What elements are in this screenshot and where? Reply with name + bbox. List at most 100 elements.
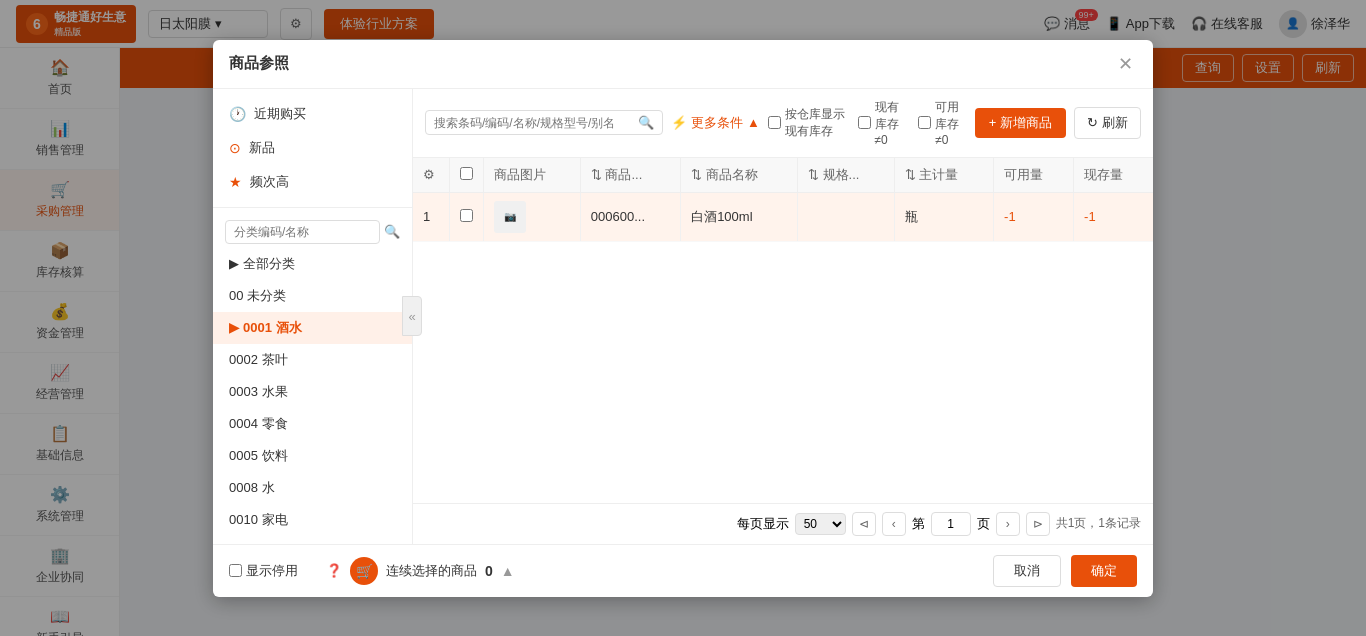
- category-00-label: 00 未分类: [229, 287, 286, 305]
- prev-page-button[interactable]: ‹: [882, 512, 906, 536]
- total-info: 共1页，1条记录: [1056, 515, 1141, 532]
- modal-body: 🕐 近期购买 ⊙ 新品 ★ 频次高 🔍: [213, 89, 1153, 544]
- row-code: 000600...: [580, 192, 680, 241]
- divider: [213, 207, 412, 208]
- recent-purchases-item[interactable]: 🕐 近期购买: [213, 97, 412, 131]
- category-search-icon[interactable]: 🔍: [384, 224, 400, 239]
- th-image-label: 商品图片: [494, 167, 546, 182]
- category-0002[interactable]: 0002 茶叶: [213, 344, 412, 376]
- new-icon: ⊙: [229, 140, 241, 156]
- category-00[interactable]: 00 未分类: [213, 280, 412, 312]
- recent-purchases-label: 近期购买: [254, 105, 306, 123]
- clock-icon: 🕐: [229, 106, 246, 122]
- th-unit-sort-icon: ⇅: [905, 167, 916, 182]
- search-input-wrap: 🔍: [425, 110, 663, 135]
- category-0004[interactable]: 0004 零食: [213, 408, 412, 440]
- per-page-select[interactable]: 50 100: [795, 513, 846, 535]
- category-0004-label: 0004 零食: [229, 415, 288, 433]
- collapse-cart-icon[interactable]: ▲: [501, 563, 515, 579]
- modal-right-panel: 🔍 ⚡ 更多条件 ▲ 按仓库显示现有库存 现: [413, 89, 1153, 544]
- row-num: 1: [413, 192, 449, 241]
- th-stock: 现存量: [1074, 158, 1153, 193]
- first-page-button[interactable]: ⊲: [852, 512, 876, 536]
- frequent-label: 频次高: [250, 173, 289, 191]
- category-0005-label: 0005 饮料: [229, 447, 288, 465]
- th-spec-label: 规格...: [823, 167, 860, 182]
- page-input[interactable]: [931, 512, 971, 536]
- filter-button[interactable]: ⚡ 更多条件 ▲: [671, 114, 760, 132]
- modal-close-button[interactable]: ✕: [1113, 52, 1137, 76]
- show-disabled-checkbox[interactable]: [229, 564, 242, 577]
- category-0005[interactable]: 0005 饮料: [213, 440, 412, 472]
- checkbox-warehouse-input[interactable]: [768, 116, 781, 129]
- cancel-button[interactable]: 取消: [993, 555, 1061, 587]
- table-row[interactable]: 1 📷 000600... 白酒100ml 瓶: [413, 192, 1153, 241]
- th-spec[interactable]: ⇅ 规格...: [797, 158, 894, 193]
- modal-overlay: 商品参照 ✕ 🕐 近期购买 ⊙ 新品 ★ 频次高: [0, 0, 1366, 636]
- category-0001[interactable]: ▶ 0001 酒水: [213, 312, 412, 344]
- category-0010[interactable]: 0010 家电: [213, 504, 412, 536]
- select-all-checkbox[interactable]: [460, 167, 473, 180]
- search-input[interactable]: [434, 116, 634, 130]
- th-available-label: 可用量: [1004, 167, 1043, 182]
- category-0001-label: 0001 酒水: [243, 319, 302, 337]
- th-available: 可用量: [994, 158, 1074, 193]
- th-settings[interactable]: ⚙: [413, 158, 449, 193]
- checkbox-available-nonzero-input[interactable]: [918, 116, 931, 129]
- footer-right: 取消 确定: [993, 555, 1137, 587]
- product-table: ⚙ 商品图片 ⇅ 商品...: [413, 158, 1153, 242]
- table-settings-icon: ⚙: [423, 167, 435, 182]
- new-products-item[interactable]: ⊙ 新品: [213, 131, 412, 165]
- table-header-row: ⚙ 商品图片 ⇅ 商品...: [413, 158, 1153, 193]
- show-disabled-label[interactable]: 显示停用: [229, 562, 298, 580]
- product-reference-modal: 商品参照 ✕ 🕐 近期购买 ⊙ 新品 ★ 频次高: [213, 40, 1153, 597]
- category-all[interactable]: ▶ 全部分类: [213, 248, 412, 280]
- collapse-left-button[interactable]: «: [402, 296, 422, 336]
- row-name: 白酒100ml: [681, 192, 798, 241]
- row-checkbox[interactable]: [460, 209, 473, 222]
- category-0008[interactable]: 0008 水: [213, 472, 412, 504]
- footer-left: 显示停用: [229, 562, 298, 580]
- row-image: 📷: [483, 192, 580, 241]
- add-product-button[interactable]: + 新增商品: [975, 108, 1066, 138]
- category-0003-label: 0003 水果: [229, 383, 288, 401]
- category-search-input[interactable]: [225, 220, 380, 244]
- category-all-arrow: ▶: [229, 256, 239, 271]
- category-0002-label: 0002 茶叶: [229, 351, 288, 369]
- cart-icon[interactable]: 🛒: [350, 557, 378, 585]
- th-name-label: 商品名称: [706, 167, 758, 182]
- chevron-up-icon: ▲: [747, 115, 760, 130]
- last-page-button[interactable]: ⊳: [1026, 512, 1050, 536]
- row-stock: -1: [1074, 192, 1153, 241]
- th-unit-label: 主计量: [919, 167, 958, 182]
- confirm-button[interactable]: 确定: [1071, 555, 1137, 587]
- per-page-label: 每页显示: [737, 515, 789, 533]
- category-0010-label: 0010 家电: [229, 511, 288, 529]
- category-list: ▶ 全部分类 00 未分类 ▶ 0001 酒水 0002 茶叶 0003 水果: [213, 248, 412, 536]
- checkbox-stock-nonzero-label: 现有库存≠0: [875, 99, 907, 147]
- row-check[interactable]: [449, 192, 483, 241]
- th-name[interactable]: ⇅ 商品名称: [681, 158, 798, 193]
- frequent-item[interactable]: ★ 频次高: [213, 165, 412, 199]
- category-0008-label: 0008 水: [229, 479, 275, 497]
- next-page-button[interactable]: ›: [996, 512, 1020, 536]
- product-thumbnail: 📷: [494, 201, 526, 233]
- refresh-icon: ↻: [1087, 115, 1098, 130]
- new-products-label: 新品: [249, 139, 275, 157]
- category-all-label: 全部分类: [243, 255, 295, 273]
- help-icon[interactable]: ❓: [326, 563, 342, 578]
- checkbox-available-nonzero[interactable]: 可用库存≠0: [918, 99, 967, 147]
- checkbox-stock-nonzero-input[interactable]: [858, 116, 871, 129]
- checkbox-warehouse[interactable]: 按仓库显示现有库存: [768, 106, 846, 140]
- refresh-label: 刷新: [1102, 114, 1128, 132]
- checkbox-warehouse-label: 按仓库显示现有库存: [785, 106, 846, 140]
- category-0001-arrow: ▶: [229, 320, 239, 335]
- product-table-wrap: ⚙ 商品图片 ⇅ 商品...: [413, 158, 1153, 503]
- checkbox-stock-nonzero[interactable]: 现有库存≠0: [858, 99, 907, 147]
- modal-header: 商品参照 ✕: [213, 40, 1153, 89]
- th-check[interactable]: [449, 158, 483, 193]
- refresh-button[interactable]: ↻ 刷新: [1074, 107, 1141, 139]
- category-0003[interactable]: 0003 水果: [213, 376, 412, 408]
- th-code[interactable]: ⇅ 商品...: [580, 158, 680, 193]
- th-unit[interactable]: ⇅ 主计量: [894, 158, 994, 193]
